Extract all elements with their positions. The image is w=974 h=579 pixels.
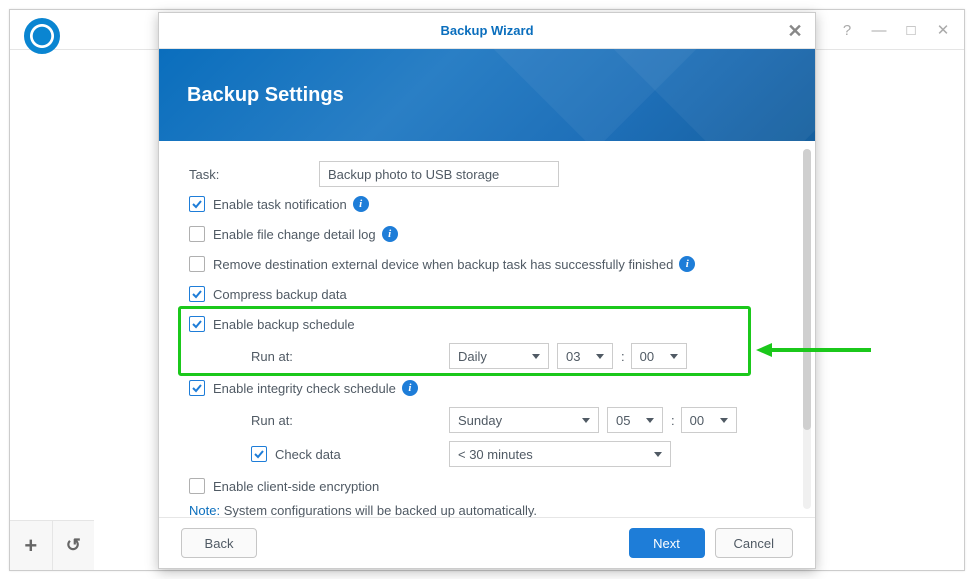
chevron-down-icon <box>670 354 678 359</box>
page-heading: Backup Settings <box>187 84 344 107</box>
compress-checkbox[interactable] <box>189 286 205 302</box>
dialog-title: Backup Wizard <box>440 23 533 38</box>
time-separator: : <box>671 413 675 428</box>
scrollbar-track[interactable] <box>803 149 811 509</box>
note-prefix: Note: <box>189 503 220 518</box>
backup-schedule-row: Run at: Daily 03 : 00 <box>189 339 793 373</box>
backup-freq-select[interactable]: Daily <box>449 343 549 369</box>
info-icon[interactable]: i <box>353 196 369 212</box>
enable-integrity-checkbox[interactable] <box>189 380 205 396</box>
note-line: Note: System configurations will be back… <box>189 503 793 518</box>
time-separator: : <box>621 349 625 364</box>
check-data-duration-select[interactable]: < 30 minutes <box>449 441 671 467</box>
minimize-button[interactable]: — <box>866 21 892 39</box>
integrity-run-at-label: Run at: <box>189 413 449 428</box>
enable-integrity-label: Enable integrity check schedule <box>213 381 396 396</box>
chevron-down-icon <box>582 418 590 423</box>
remove-destination-checkbox[interactable] <box>189 256 205 272</box>
enable-file-change-checkbox[interactable] <box>189 226 205 242</box>
sidebar: + ↺ <box>10 50 94 570</box>
history-button[interactable]: ↺ <box>53 521 95 570</box>
note-text: System configurations will be backed up … <box>220 503 537 518</box>
integrity-schedule-row: Run at: Sunday 05 : 00 <box>189 403 793 437</box>
remove-destination-label: Remove destination external device when … <box>213 257 673 272</box>
enable-backup-schedule-label: Enable backup schedule <box>213 317 355 332</box>
enable-encryption-label: Enable client-side encryption <box>213 479 379 494</box>
info-icon[interactable]: i <box>382 226 398 242</box>
app-icon <box>24 18 60 54</box>
dialog-close-button[interactable]: ✕ <box>783 19 807 43</box>
scrollbar-thumb[interactable] <box>803 149 811 430</box>
chevron-down-icon <box>596 354 604 359</box>
close-button[interactable]: ✕ <box>930 21 956 39</box>
dialog-header: Backup Settings <box>159 49 815 141</box>
check-data-checkbox[interactable] <box>251 446 267 462</box>
chevron-down-icon <box>532 354 540 359</box>
info-icon[interactable]: i <box>402 380 418 396</box>
enable-file-change-label: Enable file change detail log <box>213 227 376 242</box>
integrity-hour-select[interactable]: 05 <box>607 407 663 433</box>
back-button[interactable]: Back <box>181 528 257 558</box>
add-button[interactable]: + <box>10 521 53 570</box>
cancel-button[interactable]: Cancel <box>715 528 793 558</box>
enable-notification-checkbox[interactable] <box>189 196 205 212</box>
integrity-minute-select[interactable]: 00 <box>681 407 737 433</box>
chevron-down-icon <box>646 418 654 423</box>
maximize-button[interactable]: □ <box>898 21 924 39</box>
backup-wizard-dialog: Backup Wizard ✕ Backup Settings Task: En… <box>158 12 816 569</box>
enable-encryption-checkbox[interactable] <box>189 478 205 494</box>
dialog-titlebar: Backup Wizard ✕ <box>159 13 815 49</box>
check-data-row: Check data < 30 minutes <box>189 437 793 471</box>
next-button[interactable]: Next <box>629 528 705 558</box>
backup-hour-select[interactable]: 03 <box>557 343 613 369</box>
compress-label: Compress backup data <box>213 287 347 302</box>
help-button[interactable]: ? <box>834 21 860 39</box>
task-input[interactable] <box>319 161 559 187</box>
integrity-freq-select[interactable]: Sunday <box>449 407 599 433</box>
dialog-body: Task: Enable task notification i Enable … <box>159 141 815 518</box>
enable-notification-label: Enable task notification <box>213 197 347 212</box>
check-data-label: Check data <box>275 447 341 462</box>
enable-backup-schedule-checkbox[interactable] <box>189 316 205 332</box>
backup-minute-select[interactable]: 00 <box>631 343 687 369</box>
task-label: Task: <box>189 167 319 182</box>
chevron-down-icon <box>654 452 662 457</box>
chevron-down-icon <box>720 418 728 423</box>
backup-run-at-label: Run at: <box>189 349 449 364</box>
info-icon[interactable]: i <box>679 256 695 272</box>
dialog-footer: Back Next Cancel <box>159 518 815 568</box>
